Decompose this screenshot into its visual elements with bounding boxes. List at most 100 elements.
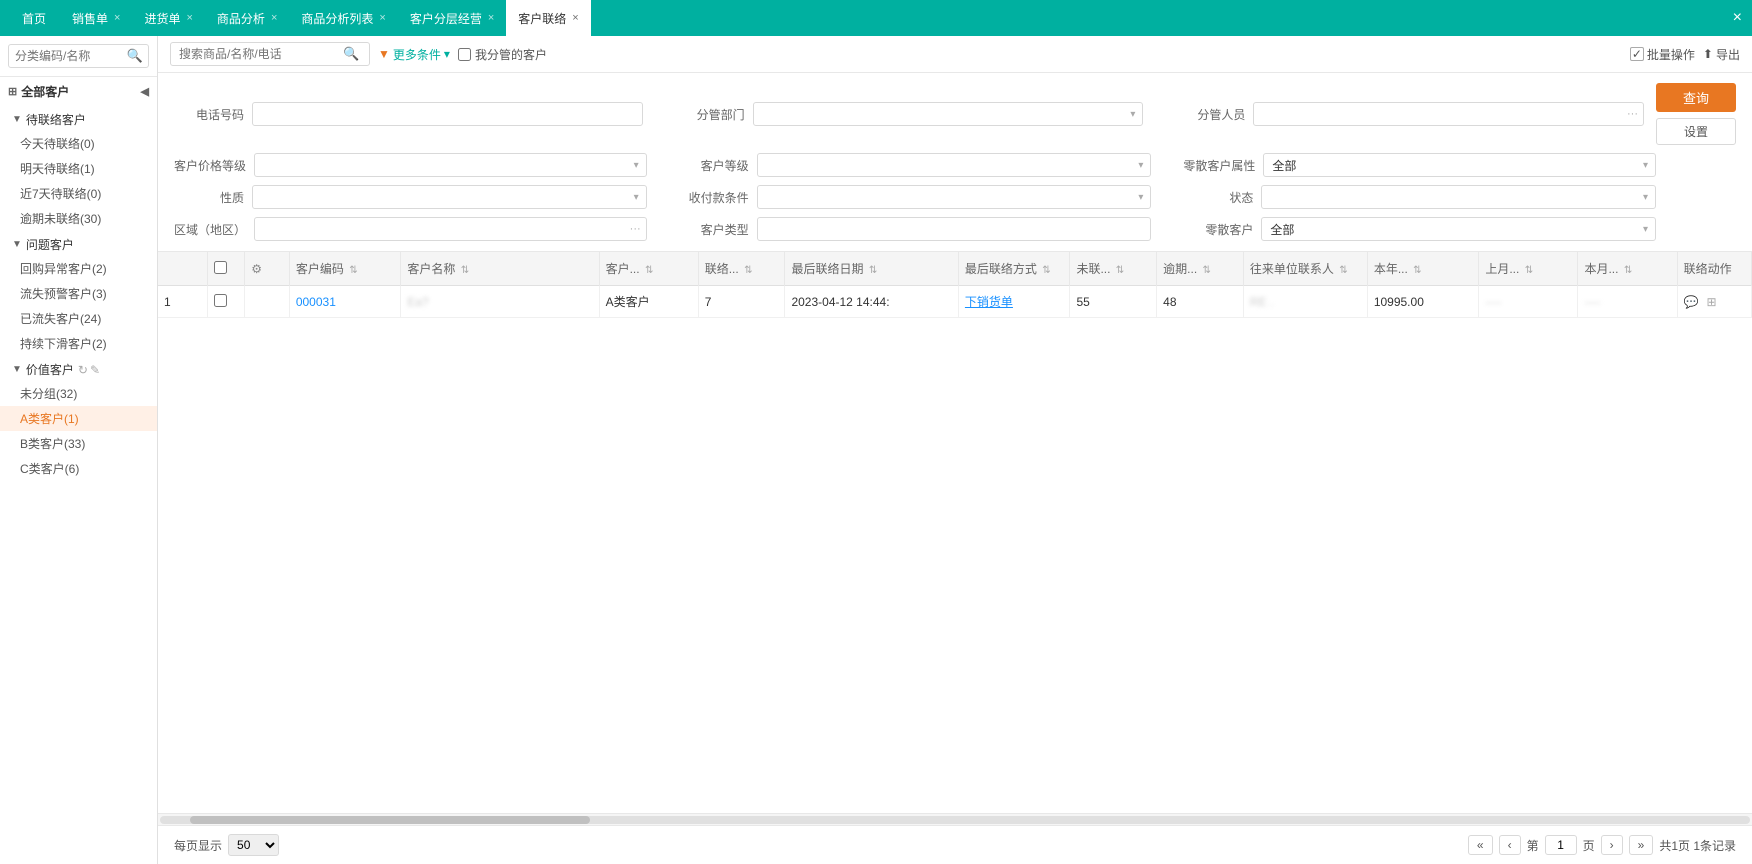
prev-page-btn[interactable]: ‹	[1499, 835, 1521, 855]
name-sort-icon[interactable]: ⇅	[461, 265, 469, 276]
lastmonth-sort-icon[interactable]: ⇅	[1525, 265, 1533, 276]
sidebar-section-value[interactable]: ▼ 价值客户 ↻ ✎	[0, 356, 157, 381]
filter-payment-select[interactable]	[757, 185, 1152, 209]
sidebar-all-customers-header[interactable]: ⊞ 全部客户 ◀	[0, 77, 157, 106]
sidebar-item-repurchase-abnormal[interactable]: 回购异常客户(2)	[0, 256, 157, 281]
next-page-btn[interactable]: ›	[1601, 835, 1623, 855]
setting-btn[interactable]: 设置	[1656, 118, 1736, 145]
nav-customer-contact-close[interactable]: ×	[572, 12, 578, 24]
td-code[interactable]: 000031	[289, 286, 401, 318]
year-sort-icon[interactable]: ⇅	[1413, 265, 1421, 276]
sidebar-item-today-pending[interactable]: 今天待联络(0)	[0, 131, 157, 156]
filter-phone-wrap	[252, 102, 643, 126]
sidebar-search-icon[interactable]: 🔍	[127, 48, 143, 64]
sidebar-item-c-class[interactable]: C类客户(6)	[0, 456, 157, 481]
nav-product-list-close[interactable]: ×	[379, 12, 385, 24]
row-checkbox[interactable]	[214, 294, 227, 307]
my-customers-checkbox[interactable]	[458, 48, 471, 61]
select-all-checkbox[interactable]	[214, 261, 227, 274]
date-sort-icon[interactable]: ⇅	[869, 265, 877, 276]
uncontact-sort-icon[interactable]: ⇅	[1116, 265, 1124, 276]
td-last-month: ----	[1479, 286, 1578, 318]
scroll-track	[160, 816, 1750, 824]
filter-person-input[interactable]	[1253, 102, 1644, 126]
message-icon[interactable]: 💬	[1684, 295, 1699, 309]
my-customers-checkbox-label[interactable]: 我分管的客户	[458, 46, 547, 63]
sidebar-collapse-icon[interactable]: ◀	[141, 85, 149, 98]
last-month-blurred: ----	[1485, 295, 1501, 309]
value-arrow-icon: ▼	[12, 364, 22, 375]
filter-status-label: 状态	[1183, 189, 1253, 206]
sidebar-item-churned[interactable]: 已流失客户(24)	[0, 306, 157, 331]
main-search-input[interactable]	[179, 47, 339, 61]
contact-method-link[interactable]: 下销货单	[965, 295, 1013, 309]
th-code: 客户编码 ⇅	[289, 252, 401, 286]
td-year-amount: 10995.00	[1367, 286, 1479, 318]
nav-sales-close[interactable]: ×	[114, 12, 120, 24]
filter-customer-type: 客户类型	[679, 217, 1152, 241]
nav-customer-segment-close[interactable]: ×	[488, 12, 494, 24]
sidebar-item-declining[interactable]: 持续下滑客户(2)	[0, 331, 157, 356]
nav-purchase-close[interactable]: ×	[186, 12, 192, 24]
sidebar-item-churn-warning[interactable]: 流失预警客户(3)	[0, 281, 157, 306]
main-search-icon[interactable]: 🔍	[343, 46, 359, 62]
query-btn[interactable]: 查询	[1656, 83, 1736, 112]
thismonth-sort-icon[interactable]: ⇅	[1624, 265, 1632, 276]
scroll-thumb[interactable]	[190, 816, 590, 824]
nav-home[interactable]: 首页	[8, 0, 60, 36]
export-btn[interactable]: ⬆ 导出	[1703, 46, 1740, 63]
filter-retail-customer: 零散客户 ▾	[1183, 217, 1656, 241]
filter-customer-level-select[interactable]	[757, 153, 1152, 177]
filter-nature-select[interactable]	[252, 185, 647, 209]
sidebar-item-a-class[interactable]: A类客户(1)	[0, 406, 157, 431]
per-page-select[interactable]: 50 100	[228, 834, 279, 856]
filter-price-level-select[interactable]	[254, 153, 647, 177]
filter-dept-select[interactable]	[753, 102, 1144, 126]
nav-customer-segment[interactable]: 客户分层经营 ×	[398, 0, 506, 36]
filter-nature: 性质 ▾	[174, 185, 647, 209]
close-all-tabs[interactable]: ×	[1733, 9, 1742, 27]
sidebar-item-tomorrow-pending[interactable]: 明天待联络(1)	[0, 156, 157, 181]
value-customers-refresh[interactable]: ↻	[78, 363, 88, 377]
nav-product-list[interactable]: 商品分析列表 ×	[289, 0, 397, 36]
filter-area-input[interactable]	[254, 217, 647, 241]
filter-customer-type-input[interactable]	[757, 217, 1152, 241]
filter-nature-wrap: ▾	[252, 185, 647, 209]
sidebar-section-problem[interactable]: ▼ 问题客户	[0, 231, 157, 256]
filter-retail-customer-select[interactable]	[1261, 217, 1656, 241]
nav-sales[interactable]: 销售单 ×	[60, 0, 132, 36]
nav-product-analysis[interactable]: 商品分析 ×	[205, 0, 289, 36]
filter-dept: 分管部门 ▾	[675, 102, 1144, 126]
contact-sort-icon[interactable]: ⇅	[744, 265, 752, 276]
type-sort-icon[interactable]: ⇅	[645, 265, 653, 276]
horizontal-scrollbar[interactable]	[158, 813, 1752, 825]
filter-status-select[interactable]	[1261, 185, 1656, 209]
batch-op-btn[interactable]: ✓ 批量操作	[1630, 46, 1695, 63]
td-check	[208, 286, 245, 318]
nav-customer-contact[interactable]: 客户联络 ×	[506, 0, 590, 36]
filter-retail-attr-select[interactable]	[1263, 153, 1656, 177]
company-contact-blurred: RE .	[1250, 295, 1273, 309]
filter-phone-input[interactable]	[252, 102, 643, 126]
sidebar-section-pending[interactable]: ▼ 待联络客户	[0, 106, 157, 131]
sidebar-item-overdue-pending[interactable]: 逾期未联络(30)	[0, 206, 157, 231]
code-sort-icon[interactable]: ⇅	[349, 265, 357, 276]
sidebar-item-7day-pending[interactable]: 近7天待联络(0)	[0, 181, 157, 206]
sidebar-item-unclassified[interactable]: 未分组(32)	[0, 381, 157, 406]
sidebar-item-b-class[interactable]: B类客户(33)	[0, 431, 157, 456]
company-sort-icon[interactable]: ⇅	[1339, 265, 1347, 276]
nav-purchase[interactable]: 进货单 ×	[132, 0, 204, 36]
value-customers-edit[interactable]: ✎	[90, 363, 100, 377]
current-page-input[interactable]	[1545, 835, 1577, 855]
nav-product-analysis-close[interactable]: ×	[271, 12, 277, 24]
first-page-btn[interactable]: «	[1468, 835, 1493, 855]
export-icon: ⬆	[1703, 47, 1713, 61]
filter-area-wrap: ···	[254, 217, 647, 241]
th-index	[158, 252, 208, 286]
last-page-btn[interactable]: »	[1629, 835, 1654, 855]
method-sort-icon[interactable]: ⇅	[1042, 265, 1050, 276]
link-icon[interactable]: ⊞	[1707, 295, 1717, 309]
overdue-sort-icon[interactable]: ⇅	[1203, 265, 1211, 276]
table-settings-icon[interactable]: ⚙	[251, 262, 262, 276]
more-filters-btn[interactable]: ▼ 更多条件 ▾	[378, 46, 450, 63]
